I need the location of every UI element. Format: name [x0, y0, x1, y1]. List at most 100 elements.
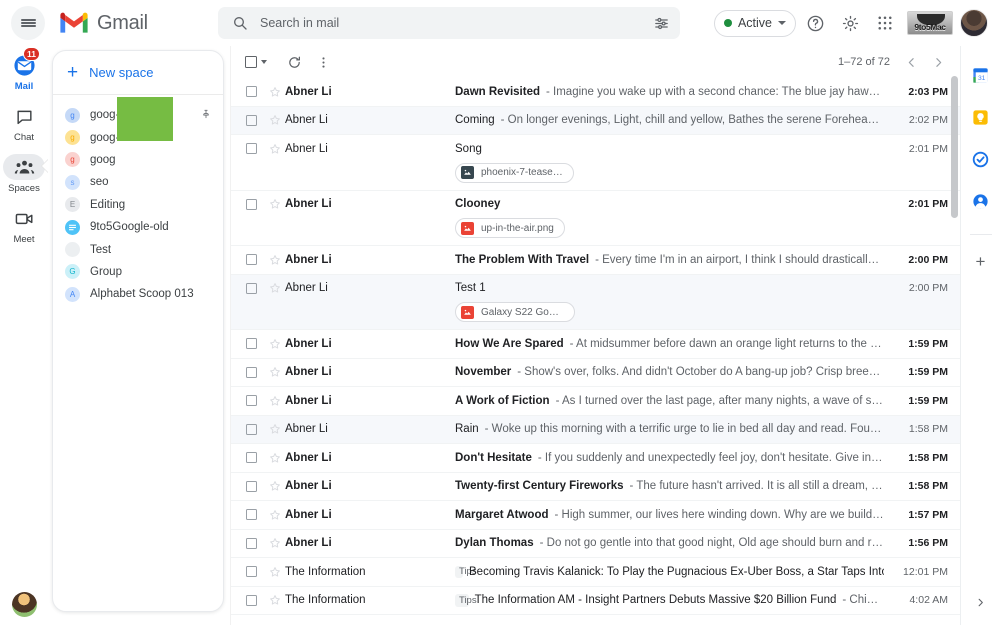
email-row[interactable]: Abner LiTwenty-first Century Fireworks- …: [231, 473, 960, 502]
new-space-button[interactable]: + New space: [53, 51, 223, 95]
space-list-item[interactable]: Test: [53, 238, 223, 260]
space-list-item[interactable]: sseo: [53, 171, 223, 193]
account-avatar[interactable]: [960, 9, 988, 37]
email-row[interactable]: Abner LiHow We Are Spared- At midsummer …: [231, 330, 960, 359]
hamburger-icon[interactable]: [11, 6, 45, 40]
row-checkbox[interactable]: [237, 501, 265, 529]
email-row[interactable]: Abner LiSongphoenix-7-tease…2:01 PM: [231, 135, 960, 191]
refresh-button[interactable]: [280, 48, 308, 76]
gmail-brand[interactable]: Gmail: [52, 11, 214, 35]
star-button[interactable]: [265, 444, 285, 472]
user-avatar[interactable]: [12, 592, 37, 617]
row-checkbox[interactable]: [237, 330, 265, 358]
subject-area: Songphoenix-7-tease…: [455, 135, 894, 190]
space-list-item[interactable]: ggoog: [53, 149, 223, 171]
row-checkbox[interactable]: [237, 359, 265, 387]
email-row[interactable]: Abner LiRain- Woke up this morning with …: [231, 416, 960, 445]
pin-icon[interactable]: [201, 106, 211, 124]
google-keep-button[interactable]: [966, 102, 996, 132]
star-button[interactable]: [265, 473, 285, 501]
row-checkbox[interactable]: [237, 473, 265, 501]
row-checkbox[interactable]: [237, 387, 265, 415]
email-row[interactable]: The InformationTipsThe Information AM - …: [231, 587, 960, 616]
list-scrollbar[interactable]: [951, 76, 958, 619]
email-row[interactable]: The InformationTipsBecoming Travis Kalan…: [231, 558, 960, 587]
sidebar-item-meet[interactable]: Meet: [0, 205, 48, 245]
gear-icon: [841, 14, 860, 33]
row-checkbox[interactable]: [237, 416, 265, 444]
google-tasks-button[interactable]: [966, 144, 996, 174]
email-row[interactable]: Abner LiComing- On longer evenings, Ligh…: [231, 107, 960, 136]
star-button[interactable]: [265, 135, 285, 163]
star-button[interactable]: [265, 501, 285, 529]
checkbox-icon: [246, 595, 257, 606]
more-options-button[interactable]: [309, 48, 337, 76]
checkbox-icon: [246, 86, 257, 97]
row-checkbox[interactable]: [237, 558, 265, 586]
previous-page-button[interactable]: [899, 50, 923, 74]
subject-area: A Work of Fiction- As I turned over the …: [455, 387, 894, 415]
scrollbar-thumb[interactable]: [951, 76, 958, 218]
row-checkbox[interactable]: [237, 587, 265, 615]
row-checkbox[interactable]: [237, 444, 265, 472]
add-addon-button[interactable]: +: [966, 247, 996, 277]
attachment-chip[interactable]: Galaxy S22 Goo…: [455, 302, 575, 322]
star-button[interactable]: [265, 530, 285, 558]
star-button[interactable]: [265, 416, 285, 444]
sidebar-item-chat[interactable]: Chat: [0, 103, 48, 143]
star-button[interactable]: [265, 587, 285, 615]
email-row[interactable]: Abner LiDon't Hesitate- If you suddenly …: [231, 444, 960, 473]
star-button[interactable]: [265, 246, 285, 274]
sidebar-item-spaces[interactable]: Spaces: [0, 154, 48, 194]
star-button[interactable]: [265, 330, 285, 358]
email-row[interactable]: Abner LiDylan Thomas- Do not go gentle i…: [231, 530, 960, 559]
gmail-wordmark: Gmail: [97, 12, 148, 35]
row-checkbox[interactable]: [237, 530, 265, 558]
google-contacts-button[interactable]: [966, 186, 996, 216]
email-row[interactable]: Abner LiDawn Revisited- Imagine you wake…: [231, 78, 960, 107]
checkbox-icon: [246, 481, 257, 492]
star-button[interactable]: [265, 387, 285, 415]
star-button[interactable]: [265, 191, 285, 219]
star-button[interactable]: [265, 558, 285, 586]
attachment-chip[interactable]: phoenix-7-tease…: [455, 163, 574, 183]
star-button[interactable]: [265, 275, 285, 303]
email-row[interactable]: Abner LiThe Problem With Travel- Every t…: [231, 246, 960, 275]
star-button[interactable]: [265, 359, 285, 387]
email-row[interactable]: Abner LiClooneyup-in-the-air.png2:01 PM: [231, 191, 960, 247]
chevron-down-icon[interactable]: [261, 60, 267, 64]
help-button[interactable]: [799, 7, 831, 39]
space-list-item[interactable]: GGroup: [53, 261, 223, 283]
sidebar-item-mail[interactable]: 11 Mail: [0, 52, 48, 92]
row-checkbox[interactable]: [237, 275, 265, 303]
row-checkbox[interactable]: [237, 107, 265, 135]
search-box[interactable]: [218, 7, 680, 39]
space-list-item[interactable]: 9to5Google-old: [53, 216, 223, 238]
row-checkbox[interactable]: [237, 78, 265, 106]
email-row[interactable]: Abner LiA Work of Fiction- As I turned o…: [231, 387, 960, 416]
star-button[interactable]: [265, 78, 285, 106]
google-apps-button[interactable]: [869, 7, 901, 39]
sender-name: Abner Li: [285, 359, 455, 387]
email-row[interactable]: Abner LiTest 1Galaxy S22 Goo…2:00 PM: [231, 275, 960, 331]
settings-button[interactable]: [834, 7, 866, 39]
google-calendar-button[interactable]: 31: [966, 60, 996, 90]
space-list-item[interactable]: AAlphabet Scoop 013: [53, 283, 223, 305]
status-dropdown[interactable]: Active: [714, 10, 796, 37]
row-checkbox[interactable]: [237, 135, 265, 163]
subject-line: Clooney: [455, 191, 884, 219]
next-page-button[interactable]: [926, 50, 950, 74]
9to5mac-logo[interactable]: 9to5Mac: [907, 11, 953, 35]
collapse-panel-button[interactable]: [975, 596, 986, 611]
email-row[interactable]: Abner LiMargaret Atwood- High summer, ou…: [231, 501, 960, 530]
row-checkbox[interactable]: [237, 191, 265, 219]
main-menu-button[interactable]: [4, 0, 52, 46]
attachment-chip[interactable]: up-in-the-air.png: [455, 218, 565, 238]
attachment-filename: Galaxy S22 Goo…: [481, 307, 564, 318]
space-list-item[interactable]: EEditing: [53, 194, 223, 216]
row-checkbox[interactable]: [237, 246, 265, 274]
star-button[interactable]: [265, 107, 285, 135]
email-row[interactable]: Abner LiNovember- Show's over, folks. An…: [231, 359, 960, 388]
search-input[interactable]: [260, 16, 641, 30]
tune-filter-icon[interactable]: [653, 15, 670, 32]
